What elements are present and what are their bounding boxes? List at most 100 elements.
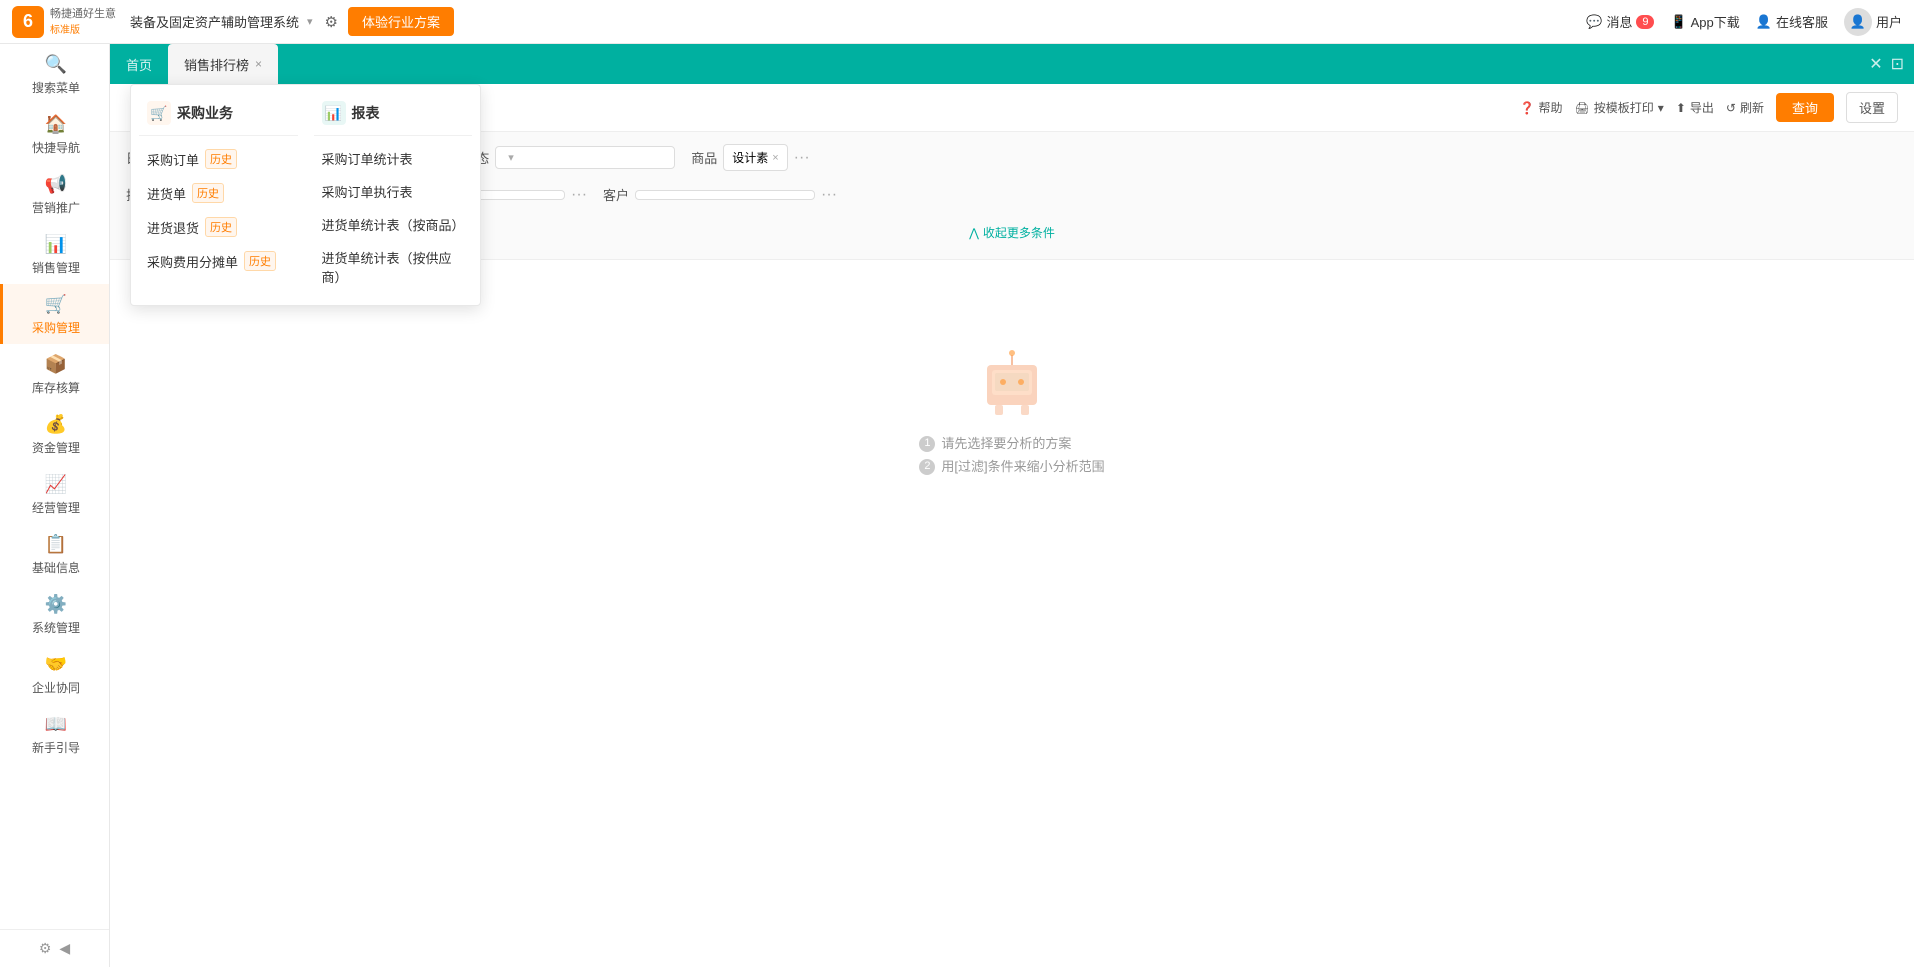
dropdown-item-report-order-stat[interactable]: 采购订单统计表 — [314, 142, 473, 175]
avatar: 👤 — [1844, 8, 1872, 36]
logo-text-block: 畅捷通好生意 标准版 — [50, 7, 116, 36]
logo-area: 6 畅捷通好生意 标准版 — [12, 6, 122, 38]
purchase-business-title: 🛒 采购业务 — [139, 97, 298, 136]
sidebar-item-marketing[interactable]: 📢 营销推广 — [0, 164, 109, 224]
tab-close-window-icon[interactable]: ✕ — [1869, 54, 1882, 74]
purchase-return-label: 进货退货 — [147, 218, 199, 237]
sidebar-settings-icon[interactable]: ⚙ — [39, 940, 52, 957]
system-name-chevron-icon[interactable]: ▾ — [307, 15, 313, 28]
sidebar-item-quick-nav[interactable]: 🏠 快捷导航 — [0, 104, 109, 164]
marketing-icon: 📢 — [45, 174, 67, 195]
print-template-button[interactable]: 🖨 按模板打印 ▾ — [1575, 99, 1664, 116]
sidebar-item-purchase[interactable]: 🛒 采购管理 — [0, 284, 109, 344]
dropdown-item-purchase-order[interactable]: 采购订单 历史 — [139, 142, 298, 176]
sidebar: 🔍 搜索菜单 🏠 快捷导航 📢 营销推广 📊 销售管理 🛒 采购管理 📦 库存核… — [0, 44, 110, 967]
query-button[interactable]: 查询 — [1776, 93, 1834, 122]
purchase-return-history-badge: 历史 — [205, 217, 237, 237]
goods-label: 商品 — [691, 148, 717, 167]
purchase-icon: 🛒 — [45, 294, 67, 315]
sidebar-item-base-info[interactable]: 📋 基础信息 — [0, 524, 109, 584]
inventory-icon: 📦 — [45, 354, 67, 375]
robot-svg — [962, 340, 1062, 420]
hint-text-1: 请先选择要分析的方案 — [941, 432, 1071, 455]
settings-config-button[interactable]: 设置 — [1846, 92, 1898, 123]
customer-input[interactable] — [635, 190, 815, 200]
sidebar-item-guide[interactable]: 📖 新手引导 — [0, 704, 109, 764]
print-chevron-icon: ▾ — [1658, 101, 1664, 115]
online-service-label: 在线客服 — [1776, 12, 1828, 31]
sidebar-item-sales[interactable]: 📊 销售管理 — [0, 224, 109, 284]
export-button[interactable]: ⬆ 导出 — [1676, 99, 1714, 116]
service-icon: 👤 — [1756, 14, 1772, 30]
online-service-item[interactable]: 👤 在线客服 — [1756, 12, 1828, 31]
help-button[interactable]: ❓ 帮助 — [1520, 99, 1563, 116]
collapse-button[interactable]: ⋀ 收起更多条件 — [969, 224, 1055, 241]
sidebar-collapse-icon[interactable]: ◀ — [59, 940, 70, 957]
tab-bar-right: ✕ ⊡ — [1869, 44, 1914, 84]
solution-button[interactable]: 体验行业方案 — [348, 7, 454, 36]
guide-icon: 📖 — [45, 714, 67, 735]
voucher-status-input[interactable]: ▾ — [495, 146, 675, 169]
sidebar-item-system[interactable]: ⚙️ 系统管理 — [0, 584, 109, 644]
sidebar-item-cooperation[interactable]: 🤝 企业协同 — [0, 644, 109, 704]
tab-bar: 首页 销售排行榜 × ✕ ⊡ — [110, 44, 1914, 84]
settings-icon[interactable]: ⚙ — [325, 13, 338, 31]
finance-icon: 💰 — [45, 414, 67, 435]
dropdown-item-purchase-incoming[interactable]: 进货单 历史 — [139, 176, 298, 210]
header-right: 💬 消息 9 📱 App下载 👤 在线客服 👤 用户 — [1586, 8, 1902, 36]
system-name-text: 装备及固定资产辅助管理系统 — [130, 12, 299, 31]
purchase-business-column: 🛒 采购业务 采购订单 历史 进货单 历史 进货退货 历史 采购费用分摊单 历史 — [131, 97, 306, 293]
purchase-order-history-badge: 历史 — [205, 149, 237, 169]
help-icon: ❓ — [1520, 101, 1535, 115]
tab-close-icon[interactable]: × — [255, 57, 262, 71]
sidebar-label-base-info: 基础信息 — [32, 559, 80, 576]
refresh-button[interactable]: ↺ 刷新 — [1726, 99, 1764, 116]
message-item[interactable]: 💬 消息 9 — [1586, 12, 1654, 31]
hint-num-2: 2 — [919, 459, 935, 475]
goods-more-icon[interactable]: ··· — [794, 149, 810, 167]
user-item[interactable]: 👤 用户 — [1844, 8, 1902, 36]
dropdown-item-report-incoming-supplier[interactable]: 进货单统计表（按供应商） — [314, 241, 473, 293]
logo-name: 畅捷通好生意 — [50, 7, 116, 21]
customer-more-icon[interactable]: ··· — [821, 186, 837, 204]
sidebar-item-inventory[interactable]: 📦 库存核算 — [0, 344, 109, 404]
tab-home[interactable]: 首页 — [110, 44, 168, 84]
tab-sales-rank[interactable]: 销售排行榜 × — [168, 44, 278, 84]
customer-label: 客户 — [603, 185, 629, 204]
report-incoming-goods-label: 进货单统计表（按商品） — [322, 215, 465, 234]
sidebar-label-guide: 新手引导 — [32, 739, 80, 756]
sidebar-item-operations[interactable]: 📈 经营管理 — [0, 464, 109, 524]
base-info-icon: 📋 — [45, 534, 67, 555]
app-download-item[interactable]: 📱 App下载 — [1670, 12, 1739, 31]
goods-tag-close-icon[interactable]: × — [772, 152, 778, 164]
sidebar-label-finance: 资金管理 — [32, 439, 80, 456]
purchase-dropdown-menu: 🛒 采购业务 采购订单 历史 进货单 历史 进货退货 历史 采购费用分摊单 历史… — [130, 84, 481, 306]
report-order-stat-label: 采购订单统计表 — [322, 149, 413, 168]
dropdown-item-report-incoming-goods[interactable]: 进货单统计表（按商品） — [314, 208, 473, 241]
dropdown-item-report-order-exec[interactable]: 采购订单执行表 — [314, 175, 473, 208]
goods-tag[interactable]: 设计素 × — [723, 144, 787, 171]
tab-sales-rank-label: 销售排行榜 — [184, 55, 249, 74]
sidebar-item-search[interactable]: 🔍 搜索菜单 — [0, 44, 109, 104]
sidebar-label-cooperation: 企业协同 — [32, 679, 80, 696]
empty-hint-2: 2 用[过滤]条件来缩小分析范围 — [919, 455, 1104, 478]
voucher-status-arrow-icon: ▾ — [508, 151, 514, 164]
purchase-incoming-history-badge: 历史 — [192, 183, 224, 203]
purchase-col-icon: 🛒 — [147, 101, 171, 125]
system-name-area: 装备及固定资产辅助管理系统 ▾ ⚙ — [130, 12, 338, 31]
dropdown-item-purchase-return[interactable]: 进货退货 历史 — [139, 210, 298, 244]
search-icon: 🔍 — [45, 54, 67, 75]
tab-maximize-icon[interactable]: ⊡ — [1891, 54, 1904, 74]
tab-home-label: 首页 — [126, 55, 152, 74]
sidebar-label-marketing: 营销推广 — [32, 199, 80, 216]
sidebar-label-quick-nav: 快捷导航 — [32, 139, 80, 156]
report-title: 📊 报表 — [314, 97, 473, 136]
salesperson-more-icon[interactable]: ··· — [571, 186, 587, 204]
refresh-icon: ↺ — [1726, 101, 1736, 115]
app-download-label: App下载 — [1691, 12, 1740, 31]
dropdown-item-purchase-expense[interactable]: 采购费用分摊单 历史 — [139, 244, 298, 278]
logo-edition: 标准版 — [50, 21, 116, 36]
report-col-icon: 📊 — [322, 101, 346, 125]
sidebar-item-finance[interactable]: 💰 资金管理 — [0, 404, 109, 464]
empty-hints: 1 请先选择要分析的方案 2 用[过滤]条件来缩小分析范围 — [919, 432, 1104, 479]
